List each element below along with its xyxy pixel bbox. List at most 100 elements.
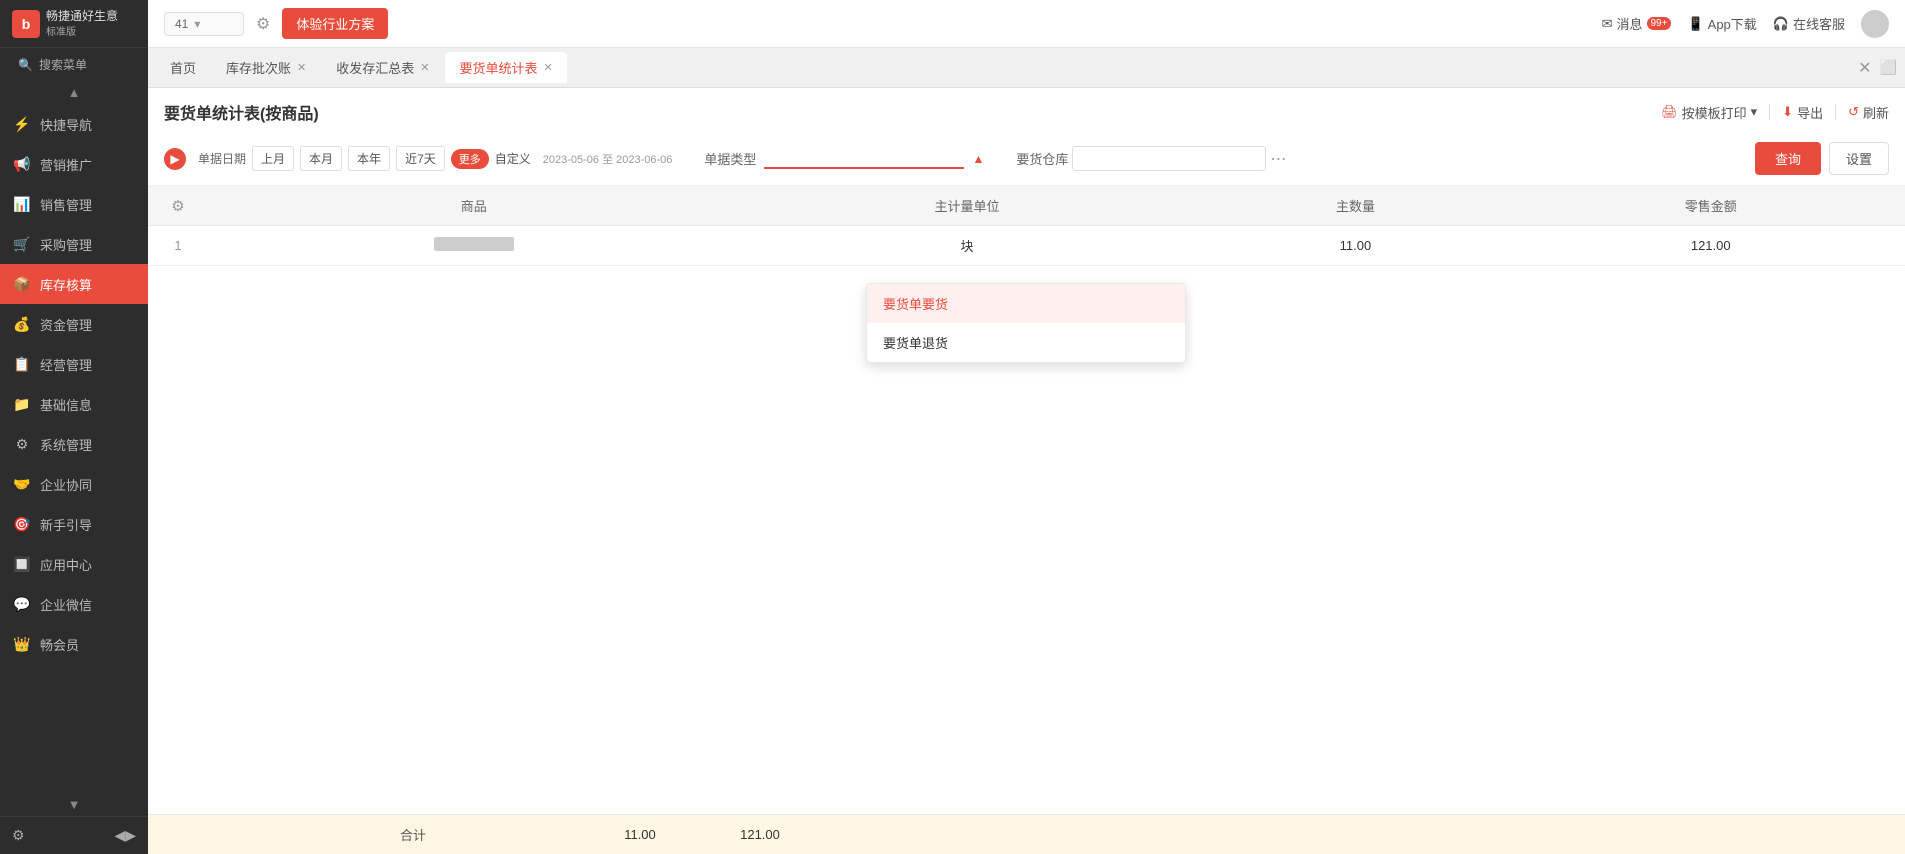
date-btn-last-7-days[interactable]: 近7天 xyxy=(396,146,445,171)
sidebar-item-marketing[interactable]: 📢 营销推广 xyxy=(0,144,148,184)
main-area: 41 ▾ ⚙ 体验行业方案 ✉ 消息 99+ 📱 App下载 🎧 在线客服 xyxy=(148,0,1905,854)
export-btn-label: 导出 xyxy=(1797,103,1823,122)
sidebar-item-label: 企业微信 xyxy=(40,595,92,614)
avatar[interactable] xyxy=(1861,10,1889,38)
dropdown-item-order-goods[interactable]: 要货单要货 xyxy=(867,284,1185,323)
app-logo: b 畅捷通好生意 标准版 xyxy=(0,0,148,48)
app-version: 标准版 xyxy=(46,23,118,38)
basic-icon: 📁 xyxy=(12,394,32,414)
date-more-badge[interactable]: 更多 xyxy=(451,149,489,169)
print-icon: 🖨 xyxy=(1661,104,1678,120)
messages-badge: 99+ xyxy=(1647,17,1672,30)
warehouse-filter-label: 要货仓库 xyxy=(1016,149,1068,168)
sidebar: b 畅捷通好生意 标准版 🔍 搜索菜单 ▲ ⚡ 快捷导航 📢 营销推广 📊 销售… xyxy=(0,0,148,854)
enterprise-icon: 🤝 xyxy=(12,474,32,494)
footer-label: 合计 xyxy=(400,825,480,844)
sidebar-item-label: 畅会员 xyxy=(40,635,79,654)
sidebar-item-label: 快捷导航 xyxy=(40,115,92,134)
sidebar-item-member[interactable]: 👑 畅会员 xyxy=(0,624,148,664)
sidebar-item-quick-nav[interactable]: ⚡ 快捷导航 xyxy=(0,104,148,144)
online-service-btn[interactable]: 🎧 在线客服 xyxy=(1773,14,1845,33)
export-btn[interactable]: ⬇ 导出 xyxy=(1782,103,1823,122)
app-download-btn[interactable]: 📱 App下载 xyxy=(1687,14,1756,33)
app-download-label: App下载 xyxy=(1708,14,1757,33)
messages-label: 消息 xyxy=(1616,14,1642,33)
sidebar-item-operations[interactable]: 📋 经营管理 xyxy=(0,344,148,384)
collapse-icon[interactable]: ◀▶ xyxy=(114,827,136,844)
date-range-display: 2023-05-06 至 2023-06-06 xyxy=(543,151,673,167)
trial-button[interactable]: 体验行业方案 xyxy=(282,8,388,39)
operations-icon: 📋 xyxy=(12,354,32,374)
sidebar-item-purchase[interactable]: 🛒 采购管理 xyxy=(0,224,148,264)
footer-amount: 121.00 xyxy=(700,827,820,842)
marketing-icon: 📢 xyxy=(12,154,32,174)
sidebar-item-label: 基础信息 xyxy=(40,395,92,414)
search-menu[interactable]: 🔍 搜索菜单 xyxy=(0,48,148,81)
date-btn-this-year[interactable]: 本年 xyxy=(348,146,390,171)
print-btn[interactable]: 🖨 按模板打印 ▾ xyxy=(1661,103,1757,122)
sidebar-item-guide[interactable]: 🎯 新手引导 xyxy=(0,504,148,544)
tab-home-label: 首页 xyxy=(170,58,196,77)
sidebar-footer: ⚙ ◀▶ xyxy=(0,816,148,854)
sidebar-item-inventory[interactable]: 📦 库存核算 xyxy=(0,264,148,304)
date-custom-btn[interactable]: 自定义 xyxy=(495,150,531,167)
tab-bar: 首页 库存批次账 ✕ 收发存汇总表 ✕ 要货单统计表 ✕ ✕ ⬜ xyxy=(148,48,1905,88)
tab-order-summary-close[interactable]: ✕ xyxy=(544,61,553,74)
query-button[interactable]: 查询 xyxy=(1755,142,1821,175)
sidebar-item-system[interactable]: ⚙ 系统管理 xyxy=(0,424,148,464)
sidebar-item-apps[interactable]: 🔲 应用中心 xyxy=(0,544,148,584)
table-settings-icon[interactable]: ⚙ xyxy=(171,198,184,215)
refresh-btn[interactable]: ↺ 刷新 xyxy=(1848,103,1889,122)
data-table: ⚙ 商品 主计量单位 主数量 零售金额 1 块 11.00 xyxy=(148,186,1905,266)
close-all-tabs-icon[interactable]: ✕ xyxy=(1858,58,1871,78)
tab-home[interactable]: 首页 xyxy=(156,52,210,83)
sidebar-nav: ⚡ 快捷导航 📢 营销推广 📊 销售管理 🛒 采购管理 📦 库存核算 💰 资金管… xyxy=(0,104,148,793)
date-filter-label: 单据日期 xyxy=(198,150,246,167)
settings-icon[interactable]: ⚙ xyxy=(12,827,25,844)
th-settings[interactable]: ⚙ xyxy=(148,186,208,226)
sidebar-item-basic[interactable]: 📁 基础信息 xyxy=(0,384,148,424)
tab-inventory-batch-close[interactable]: ✕ xyxy=(297,61,306,74)
filter-settings-button[interactable]: 设置 xyxy=(1829,142,1889,175)
service-icon: 🎧 xyxy=(1773,16,1789,32)
sidebar-item-wechat[interactable]: 💬 企业微信 xyxy=(0,584,148,624)
warehouse-filter-input[interactable] xyxy=(1072,146,1266,171)
sidebar-item-sales[interactable]: 📊 销售管理 xyxy=(0,184,148,224)
guide-icon: 🎯 xyxy=(12,514,32,534)
tab-receive-summary-close[interactable]: ✕ xyxy=(420,61,429,74)
gear-icon[interactable]: ⚙ xyxy=(256,14,270,34)
refresh-btn-label: 刷新 xyxy=(1863,103,1889,122)
sidebar-item-label: 营销推广 xyxy=(40,155,92,174)
search-icon: 🔍 xyxy=(18,58,33,72)
tab-order-summary[interactable]: 要货单统计表 ✕ xyxy=(445,52,566,83)
message-icon: ✉ xyxy=(1602,16,1613,32)
expand-filter-btn[interactable]: ▶ xyxy=(164,148,186,170)
sidebar-item-label: 应用中心 xyxy=(40,555,92,574)
tab-inventory-batch[interactable]: 库存批次账 ✕ xyxy=(212,52,320,83)
sidebar-item-label: 系统管理 xyxy=(40,435,92,454)
th-quantity: 主数量 xyxy=(1194,186,1516,226)
date-btn-this-month[interactable]: 本月 xyxy=(300,146,342,171)
sidebar-item-label: 新手引导 xyxy=(40,515,92,534)
messages-btn[interactable]: ✉ 消息 99+ xyxy=(1602,14,1672,33)
tab-receive-summary[interactable]: 收发存汇总表 ✕ xyxy=(322,52,443,83)
expand-tabs-icon[interactable]: ⬜ xyxy=(1880,59,1897,76)
sales-icon: 📊 xyxy=(12,194,32,214)
warehouse-more-icon[interactable]: ⋯ xyxy=(1270,149,1286,169)
date-btn-last-month[interactable]: 上月 xyxy=(252,146,294,171)
sidebar-item-enterprise[interactable]: 🤝 企业协同 xyxy=(0,464,148,504)
store-dropdown[interactable]: 41 ▾ xyxy=(164,12,244,36)
cell-num: 1 xyxy=(148,226,208,266)
type-filter-group: 单据类型 ▲ xyxy=(704,148,984,169)
tab-receive-summary-label: 收发存汇总表 xyxy=(336,58,414,77)
type-filter-chevron-up-icon[interactable]: ▲ xyxy=(972,152,984,166)
th-unit: 主计量单位 xyxy=(740,186,1195,226)
sidebar-scroll-down[interactable]: ▼ xyxy=(0,793,148,816)
dropdown-item-order-return[interactable]: 要货单退货 xyxy=(867,323,1185,362)
warehouse-filter-group: 要货仓库 ⋯ xyxy=(1016,146,1286,171)
sidebar-scroll-up[interactable]: ▲ xyxy=(0,81,148,104)
type-filter-input[interactable] xyxy=(764,148,964,169)
divider2 xyxy=(1835,104,1836,120)
sidebar-item-finance[interactable]: 💰 资金管理 xyxy=(0,304,148,344)
export-icon: ⬇ xyxy=(1782,104,1793,120)
